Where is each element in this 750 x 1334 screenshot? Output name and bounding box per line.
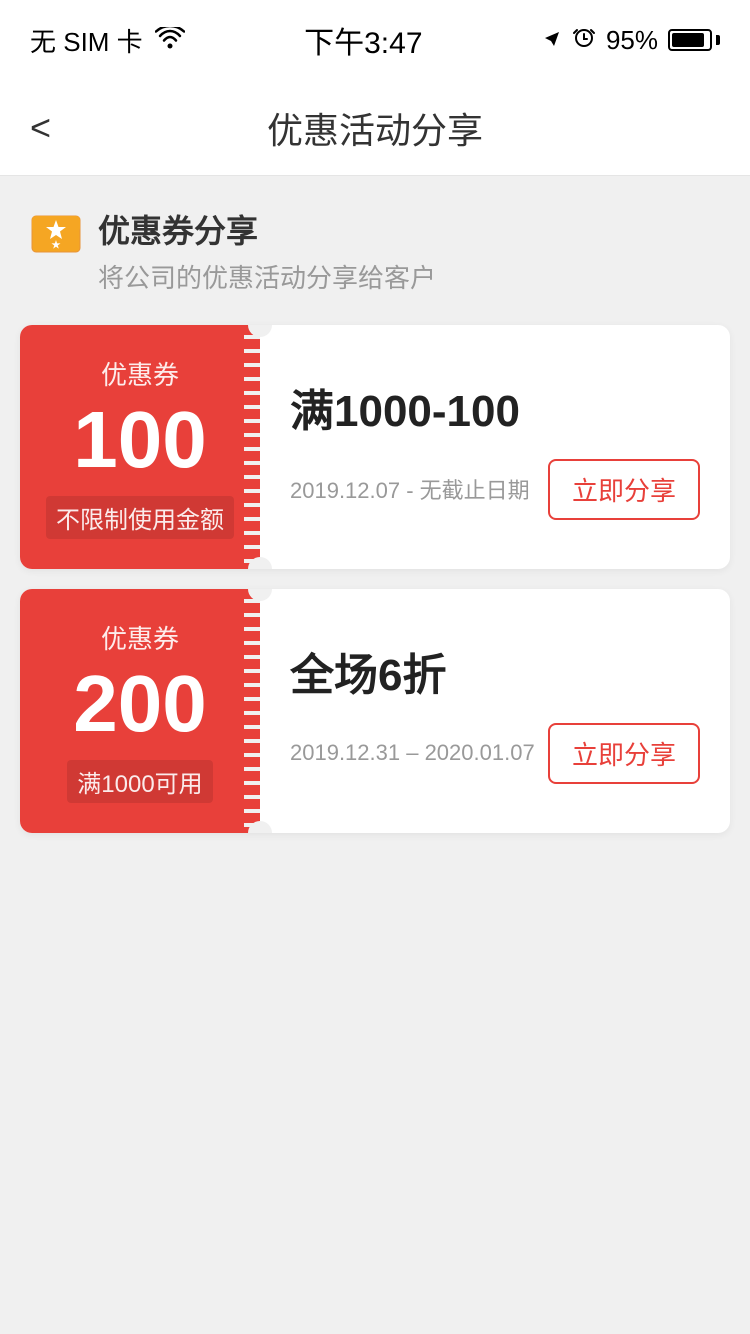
share-button-1[interactable]: 立即分享	[548, 459, 700, 520]
coupon-edge	[244, 325, 260, 569]
share-button-2[interactable]: 立即分享	[548, 723, 700, 784]
page-title: 优惠活动分享	[267, 102, 483, 154]
coupon-date-1: 2019.12.07 - 无截止日期	[290, 473, 548, 505]
status-time: 下午3:47	[304, 18, 422, 62]
section-subtitle: 将公司的优惠活动分享给客户	[98, 258, 436, 295]
carrier-text: 无 SIM 卡	[30, 22, 143, 59]
coupon-amount-2: 200	[73, 664, 206, 744]
empty-space	[0, 833, 750, 1333]
coupon-bottom-row: 2019.12.31 – 2020.01.07 立即分享	[290, 723, 700, 784]
status-right: 95%	[542, 25, 720, 56]
battery-icon	[668, 29, 720, 51]
section-title: 优惠券分享	[98, 206, 436, 252]
battery-percentage: 95%	[606, 25, 658, 56]
coupon-amount-1: 100	[73, 400, 206, 480]
coupon-item: 优惠券 100 不限制使用金额 满1000-100 2019.12.07 - 无…	[20, 325, 730, 569]
coupon-name-2: 全场6折	[290, 639, 700, 703]
section-header: ★ 优惠券分享 将公司的优惠活动分享给客户	[0, 176, 750, 315]
coupon-left-panel: 优惠券 100 不限制使用金额	[20, 325, 260, 569]
coupon-list: 优惠券 100 不限制使用金额 满1000-100 2019.12.07 - 无…	[0, 315, 750, 833]
coupon-section-icon: ★	[30, 208, 82, 260]
coupon-left-panel: 优惠券 200 满1000可用	[20, 589, 260, 833]
coupon-condition-1: 不限制使用金额	[46, 496, 234, 539]
coupon-edge	[244, 589, 260, 833]
location-icon	[542, 25, 562, 56]
coupon-right-panel: 全场6折 2019.12.31 – 2020.01.07 立即分享	[260, 589, 730, 833]
coupon-condition-2: 满1000可用	[67, 760, 212, 803]
status-bar: 无 SIM 卡 下午3:47 95%	[0, 0, 750, 80]
status-left: 无 SIM 卡	[30, 22, 185, 59]
coupon-right-panel: 满1000-100 2019.12.07 - 无截止日期 立即分享	[260, 325, 730, 569]
wifi-icon	[155, 25, 185, 56]
coupon-bottom-row: 2019.12.07 - 无截止日期 立即分享	[290, 459, 700, 520]
coupon-label-2: 优惠券	[101, 619, 179, 656]
coupon-date-2: 2019.12.31 – 2020.01.07	[290, 740, 548, 766]
coupon-name-1: 满1000-100	[290, 375, 700, 439]
alarm-icon	[572, 25, 596, 56]
coupon-label-1: 优惠券	[101, 355, 179, 392]
coupon-item: 优惠券 200 满1000可用 全场6折 2019.12.31 – 2020.0…	[20, 589, 730, 833]
nav-bar: < 优惠活动分享	[0, 80, 750, 176]
back-button[interactable]: <	[30, 107, 51, 149]
section-text-group: 优惠券分享 将公司的优惠活动分享给客户	[98, 206, 436, 295]
svg-text:★: ★	[52, 240, 61, 251]
